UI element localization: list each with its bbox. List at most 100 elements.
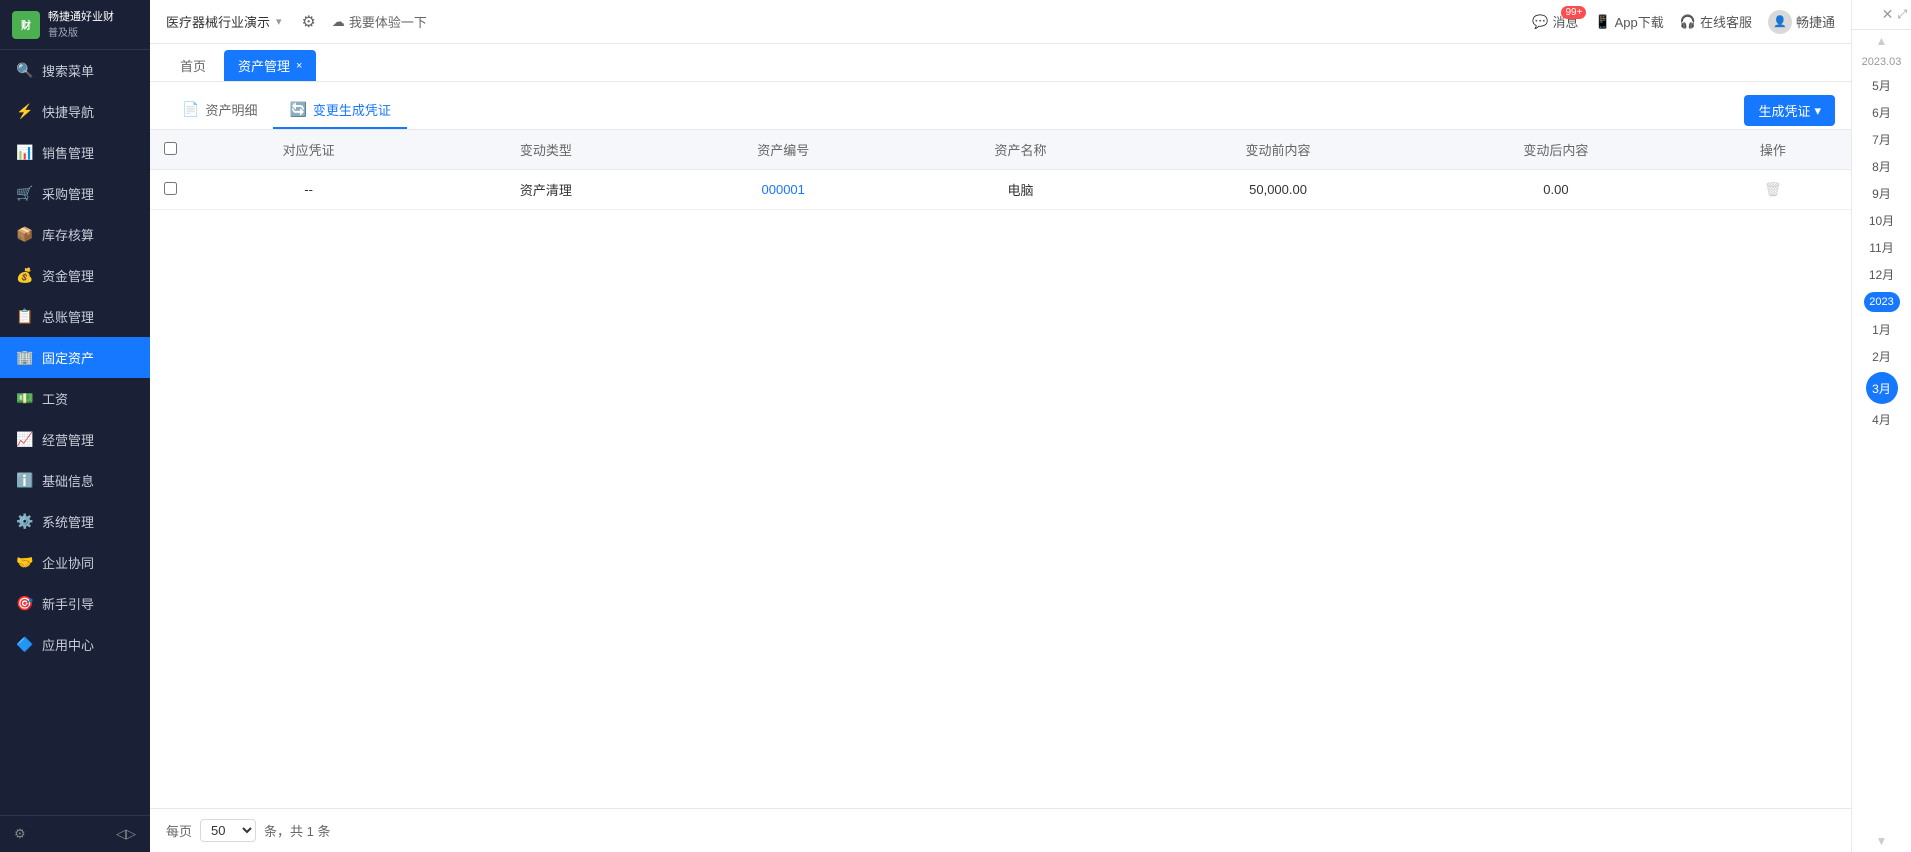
- sidebar-icon-search-menu: 🔍: [16, 62, 34, 79]
- sidebar-item-purchase[interactable]: 🛒 采购管理: [0, 173, 150, 214]
- sidebar-icon-inventory: 📦: [16, 226, 34, 243]
- sidebar-item-finance[interactable]: 💰资金管理: [0, 255, 150, 296]
- company-name: 医疗器械行业演示: [166, 12, 270, 31]
- sidebar-item-basic-info[interactable]: ℹ️基础信息: [0, 460, 150, 501]
- month-item-1[interactable]: 1月: [1852, 316, 1911, 343]
- tab-home[interactable]: 首页: [166, 50, 220, 81]
- sidebar-label-payroll: 工资: [42, 389, 68, 408]
- cloud-icon: ☁: [332, 14, 345, 30]
- app-download-action[interactable]: 📱 App下载: [1594, 12, 1663, 31]
- trial-button[interactable]: ☁ 我要体验一下: [332, 12, 427, 31]
- sidebar-item-cooperation[interactable]: 🤝企业协同: [0, 542, 150, 583]
- sidebar-icon-cooperation: 🤝: [16, 554, 34, 571]
- company-dropdown-icon: ▾: [276, 15, 282, 28]
- sidebar-label-app-center: 应用中心: [42, 635, 94, 654]
- top-header: 医疗器械行业演示 ▾ ⚙ ☁ 我要体验一下 💬 消息 99+ 📱 App下载 🎧…: [150, 0, 1851, 44]
- month-item-9[interactable]: 9月: [1852, 180, 1911, 207]
- month-item-6[interactable]: 6月: [1852, 99, 1911, 126]
- tab-asset-mgmt-label: 资产管理: [238, 56, 290, 75]
- col-voucher: 对应凭证: [190, 130, 427, 170]
- settings-icon[interactable]: ⚙: [14, 826, 26, 842]
- scroll-up-button[interactable]: ▲: [1852, 30, 1911, 52]
- sidebar-icon-ledger: 📋: [16, 308, 34, 325]
- right-panel-expand-icon[interactable]: ⤢: [1897, 7, 1907, 22]
- table-row: -- 资产清理 000001 电脑 50,000.00 0.00 🗑: [150, 170, 1851, 210]
- header-settings-icon[interactable]: ⚙: [302, 12, 316, 32]
- change-voucher-icon: 🔄: [289, 101, 306, 118]
- month-item-8[interactable]: 8月: [1852, 153, 1911, 180]
- sidebar-item-guide[interactable]: 🎯新手引导: [0, 583, 150, 624]
- sidebar-label-fixed-assets: 固定资产: [42, 348, 94, 367]
- delete-icon[interactable]: 🗑: [1764, 181, 1782, 197]
- tab-asset-mgmt[interactable]: 资产管理 ×: [224, 50, 316, 81]
- app-download-label: App下载: [1615, 12, 1664, 31]
- page-size-select[interactable]: 50 10 20 100: [200, 819, 256, 842]
- month-item-4[interactable]: 4月: [1852, 406, 1911, 433]
- cell-asset-code: 000001: [665, 170, 902, 210]
- month-item-3-active[interactable]: 3月: [1866, 372, 1898, 404]
- row-checkbox[interactable]: [164, 182, 177, 195]
- sidebar-item-sales[interactable]: 📊销售管理: [0, 132, 150, 173]
- header-right: 💬 消息 99+ 📱 App下载 🎧 在线客服 👤 畅捷通: [1532, 10, 1835, 34]
- total-label: 条，共 1 条: [264, 821, 330, 840]
- year-month-list: 2023.03 5月 6月 7月 8月 9月 10月 11月 12月 2023 …: [1852, 52, 1911, 830]
- generate-voucher-button[interactable]: 生成凭证 ▾: [1744, 95, 1835, 126]
- sidebar-icon-system: ⚙️: [16, 513, 34, 530]
- sidebar-item-quick-nav[interactable]: ⚡快捷导航: [0, 91, 150, 132]
- inner-tab-change-voucher[interactable]: 🔄 变更生成凭证: [273, 92, 406, 129]
- inner-tab-actions: 生成凭证 ▾: [1744, 95, 1835, 126]
- user-label: 畅捷通: [1796, 12, 1835, 31]
- sidebar-label-purchase: 采购管理: [42, 184, 94, 203]
- tab-close-icon[interactable]: ×: [296, 60, 302, 72]
- sidebar-item-inventory[interactable]: 📦 库存核算: [0, 214, 150, 255]
- sidebar-item-ledger[interactable]: 📋总账管理: [0, 296, 150, 337]
- avatar: 👤: [1768, 10, 1792, 34]
- per-page-label: 每页: [166, 821, 192, 840]
- sidebar-item-operations[interactable]: 📈经营管理: [0, 419, 150, 460]
- cell-voucher: --: [190, 170, 427, 210]
- dropdown-icon: ▾: [1814, 103, 1821, 119]
- sidebar-icon-finance: 💰: [16, 267, 34, 284]
- logo-sub: 普及版: [48, 24, 114, 39]
- month-item-2[interactable]: 2月: [1852, 343, 1911, 370]
- sidebar-label-system: 系统管理: [42, 512, 94, 531]
- col-asset-code: 资产编号: [665, 130, 902, 170]
- table-footer: 每页 50 10 20 100 条，共 1 条: [150, 808, 1851, 852]
- right-panel-close-icon[interactable]: ✕: [1882, 6, 1894, 23]
- sidebar-label-inventory: 库存核算: [42, 225, 94, 244]
- download-icon: 📱: [1594, 14, 1610, 30]
- change-voucher-label: 变更生成凭证: [313, 100, 391, 119]
- logo-text: 畅捷通好业财: [48, 10, 114, 24]
- sidebar-toggle-icon[interactable]: ◁▷: [116, 826, 136, 842]
- sidebar-label-operations: 经营管理: [42, 430, 94, 449]
- company-selector[interactable]: 医疗器械行业演示 ▾: [166, 12, 282, 31]
- month-item-5[interactable]: 5月: [1852, 72, 1911, 99]
- sidebar-icon-basic-info: ℹ️: [16, 472, 34, 489]
- month-item-10[interactable]: 10月: [1852, 207, 1911, 234]
- right-panel: ✕ ⤢ ▲ 2023.03 5月 6月 7月 8月 9月 10月 11月 12月…: [1851, 0, 1911, 852]
- month-item-12[interactable]: 12月: [1852, 261, 1911, 288]
- sidebar-bottom: ⚙ ◁▷: [0, 815, 150, 852]
- sidebar-item-app-center[interactable]: 🔷应用中心: [0, 624, 150, 665]
- messages-badge: 99+: [1561, 6, 1586, 19]
- month-item-11[interactable]: 11月: [1852, 234, 1911, 261]
- trial-label: 我要体验一下: [349, 12, 427, 31]
- asset-detail-icon: 📄: [182, 101, 199, 118]
- sidebar-item-system[interactable]: ⚙️ 系统管理: [0, 501, 150, 542]
- inner-tab-asset-detail[interactable]: 📄 资产明细: [166, 92, 273, 129]
- col-operation: 操作: [1695, 130, 1851, 170]
- sidebar-item-payroll[interactable]: 💵 工资: [0, 378, 150, 419]
- nav-tabs: 首页 资产管理 ×: [150, 44, 1851, 82]
- select-all-checkbox[interactable]: [164, 142, 177, 155]
- month-item-7[interactable]: 7月: [1852, 126, 1911, 153]
- sidebar-icon-payroll: 💵: [16, 390, 34, 407]
- sidebar-item-fixed-assets[interactable]: 🏢固定资产: [0, 337, 150, 378]
- sidebar-icon-purchase: 🛒: [16, 185, 34, 202]
- customer-service-action[interactable]: 🎧 在线客服: [1680, 12, 1752, 31]
- scroll-down-button[interactable]: ▼: [1852, 830, 1911, 852]
- col-before-content: 变动前内容: [1139, 130, 1417, 170]
- user-action[interactable]: 👤 畅捷通: [1768, 10, 1835, 34]
- sidebar-item-search-menu[interactable]: 🔍搜索菜单: [0, 50, 150, 91]
- messages-action[interactable]: 💬 消息 99+: [1532, 12, 1578, 31]
- cell-asset-name: 电脑: [902, 170, 1139, 210]
